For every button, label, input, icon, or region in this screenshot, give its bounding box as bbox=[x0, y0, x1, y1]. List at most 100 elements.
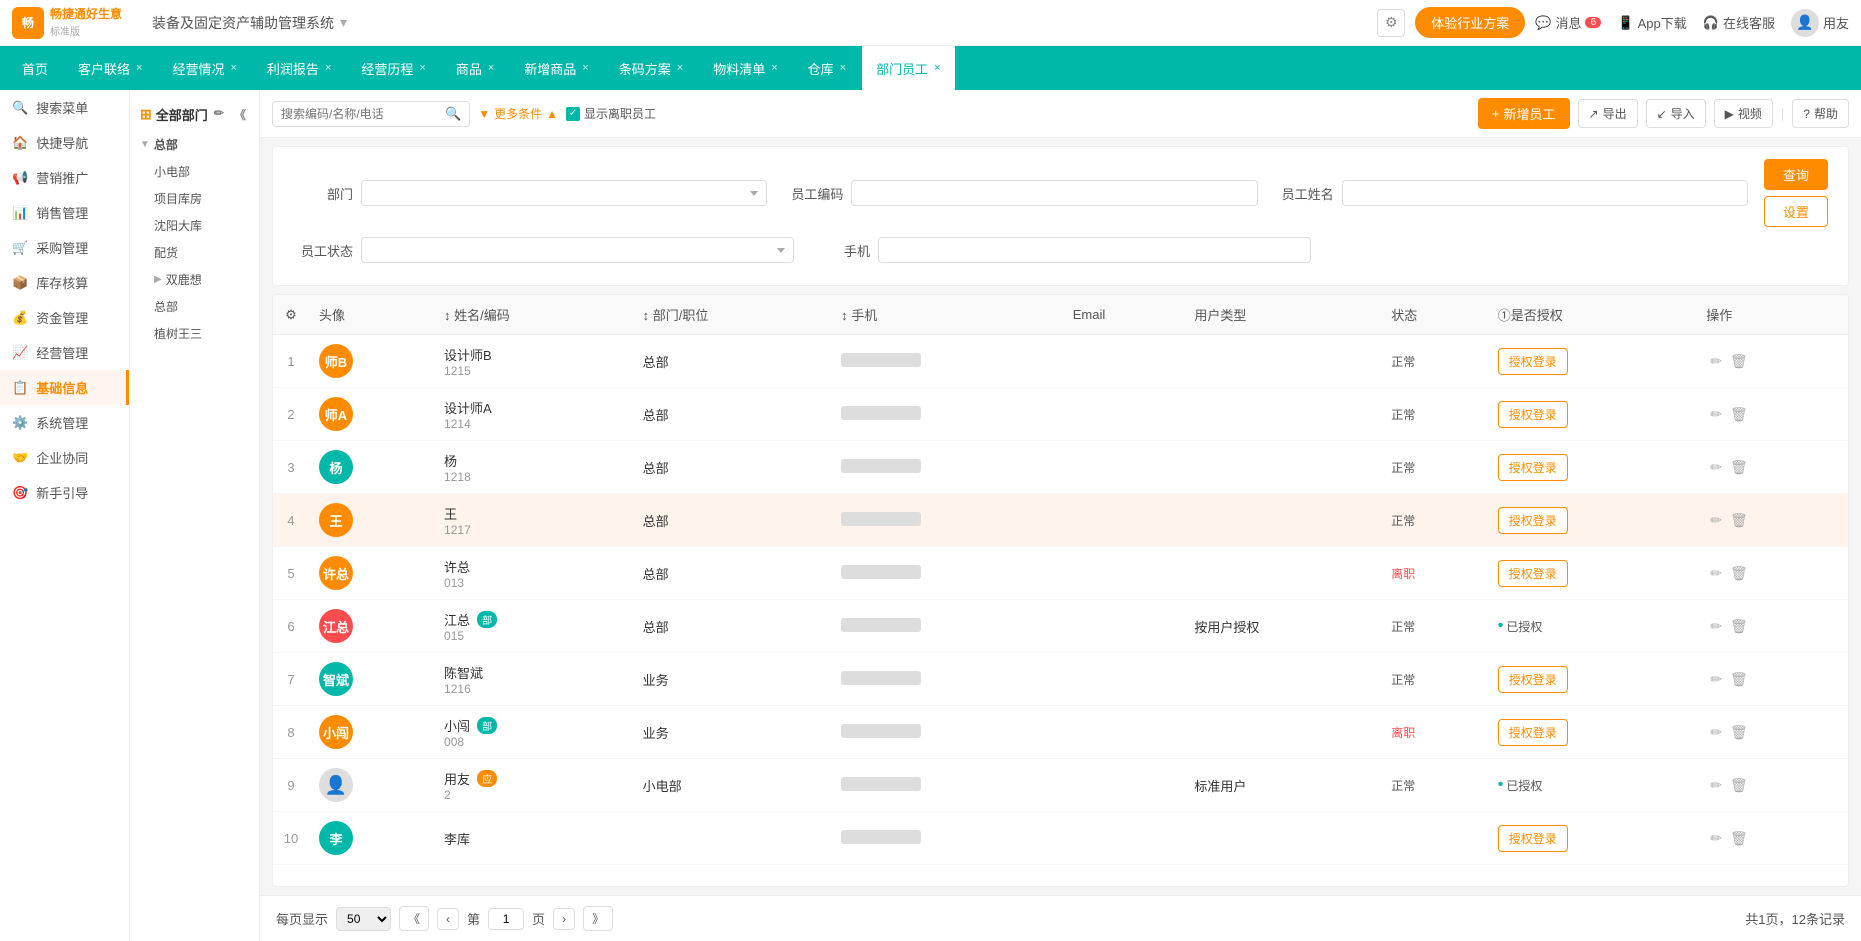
page-size-select[interactable]: 50 100 bbox=[336, 907, 391, 931]
edit-button[interactable]: ✏ bbox=[1706, 563, 1726, 584]
help-button[interactable]: ? 帮助 bbox=[1792, 99, 1849, 128]
tab-profit[interactable]: 利润报告× bbox=[253, 46, 345, 90]
edit-button[interactable]: ✏ bbox=[1706, 404, 1726, 425]
status-select[interactable] bbox=[361, 237, 794, 263]
phone-input[interactable] bbox=[878, 237, 1311, 263]
th-settings[interactable]: ⚙ bbox=[273, 295, 309, 335]
more-conditions-button[interactable]: ▼ 更多条件 ▲ bbox=[478, 105, 558, 122]
delete-button[interactable]: 🗑 bbox=[1726, 510, 1752, 531]
tab-customer[interactable]: 客户联络× bbox=[64, 46, 156, 90]
sidebar-item-purchase[interactable]: 🛒 采购管理 bbox=[0, 230, 129, 265]
dept-item-peihuo[interactable]: 配货 bbox=[130, 239, 259, 266]
delete-button[interactable]: 🗑 bbox=[1726, 616, 1752, 637]
tab-goods[interactable]: 商品× bbox=[442, 46, 508, 90]
dept-item-zongbu[interactable]: 总部 bbox=[130, 293, 259, 320]
settings-button[interactable]: ⚙ bbox=[1377, 9, 1405, 37]
th-dept[interactable]: ↕ 部门/职位 bbox=[633, 295, 832, 335]
auth-button[interactable]: 授权登录 bbox=[1498, 666, 1568, 693]
close-icon[interactable]: × bbox=[840, 62, 846, 74]
sidebar-item-navigation[interactable]: 🏠 快捷导航 bbox=[0, 125, 129, 160]
edit-button[interactable]: ✏ bbox=[1706, 616, 1726, 637]
sidebar-item-marketing[interactable]: 📢 营销推广 bbox=[0, 160, 129, 195]
dept-item-zhishu[interactable]: 植树王三 bbox=[130, 320, 259, 347]
edit-button[interactable]: ✏ bbox=[1706, 722, 1726, 743]
edit-button[interactable]: ✏ bbox=[1706, 457, 1726, 478]
next-page-button[interactable]: › bbox=[553, 908, 575, 930]
dept-item-zongbu-group[interactable]: ▼ 总部 bbox=[130, 131, 259, 158]
tab-operation[interactable]: 经营情况× bbox=[158, 46, 250, 90]
close-icon[interactable]: × bbox=[934, 62, 940, 74]
video-button[interactable]: ▶ 视频 bbox=[1714, 99, 1773, 128]
th-name[interactable]: ↕ 姓名/编码 bbox=[434, 295, 633, 335]
close-icon[interactable]: × bbox=[136, 62, 142, 74]
tab-add-goods[interactable]: 新增商品× bbox=[510, 46, 602, 90]
set-button[interactable]: 设置 bbox=[1764, 196, 1828, 227]
trial-button[interactable]: 体验行业方案 bbox=[1415, 7, 1525, 38]
sidebar-item-basic-info[interactable]: 📋 基础信息 bbox=[0, 370, 129, 405]
close-icon[interactable]: × bbox=[230, 62, 236, 74]
delete-button[interactable]: 🗑 bbox=[1726, 669, 1752, 690]
sidebar-item-collab[interactable]: 🤝 企业协同 bbox=[0, 440, 129, 475]
search-input[interactable] bbox=[281, 107, 441, 121]
delete-button[interactable]: 🗑 bbox=[1726, 404, 1752, 425]
dept-item-shuangluxiang[interactable]: ▶ 双鹿想 bbox=[130, 266, 259, 293]
first-page-button[interactable]: 《 bbox=[399, 906, 429, 931]
sidebar-item-system[interactable]: ⚙️ 系统管理 bbox=[0, 405, 129, 440]
delete-button[interactable]: 🗑 bbox=[1726, 351, 1752, 372]
dept-select[interactable] bbox=[361, 180, 767, 206]
th-phone[interactable]: ↕ 手机 bbox=[831, 295, 1063, 335]
auth-button[interactable]: 授权登录 bbox=[1498, 560, 1568, 587]
edit-button[interactable]: ✏ bbox=[1706, 669, 1726, 690]
tab-barcode[interactable]: 条码方案× bbox=[605, 46, 697, 90]
user-menu[interactable]: 👤 用友 bbox=[1791, 9, 1849, 37]
chevron-down-icon[interactable]: ▾ bbox=[340, 14, 347, 31]
app-download-button[interactable]: 📱 App下载 bbox=[1617, 13, 1686, 32]
emp-name-input[interactable] bbox=[1342, 180, 1748, 206]
resign-checkbox[interactable]: ✓ bbox=[566, 107, 580, 121]
online-service-button[interactable]: 🎧 在线客服 bbox=[1703, 13, 1775, 32]
close-icon[interactable]: × bbox=[325, 62, 331, 74]
close-icon[interactable]: × bbox=[677, 62, 683, 74]
auth-button[interactable]: 授权登录 bbox=[1498, 825, 1568, 852]
edit-button[interactable]: ✏ bbox=[1706, 351, 1726, 372]
collapse-icon[interactable]: 《 bbox=[231, 104, 249, 125]
emp-code-input[interactable] bbox=[851, 180, 1257, 206]
close-icon[interactable]: × bbox=[771, 62, 777, 74]
last-page-button[interactable]: 》 bbox=[583, 906, 613, 931]
edit-button[interactable]: ✏ bbox=[1706, 828, 1726, 849]
close-icon[interactable]: × bbox=[488, 62, 494, 74]
page-input[interactable] bbox=[488, 908, 524, 930]
sidebar-item-finance[interactable]: 💰 资金管理 bbox=[0, 300, 129, 335]
add-employee-button[interactable]: + 新增员工 bbox=[1478, 98, 1570, 129]
delete-button[interactable]: 🗑 bbox=[1726, 457, 1752, 478]
query-button[interactable]: 查询 bbox=[1764, 159, 1828, 190]
dept-item-shenyang[interactable]: 沈阳大库 bbox=[130, 212, 259, 239]
import-button[interactable]: ↙ 导入 bbox=[1646, 99, 1706, 128]
tab-history[interactable]: 经营历程× bbox=[347, 46, 439, 90]
dept-item-xiaodian[interactable]: 小电部 bbox=[130, 158, 259, 185]
auth-button[interactable]: 授权登录 bbox=[1498, 507, 1568, 534]
prev-page-button[interactable]: ‹ bbox=[437, 908, 459, 930]
delete-button[interactable]: 🗑 bbox=[1726, 563, 1752, 584]
close-icon[interactable]: × bbox=[419, 62, 425, 74]
tab-warehouse[interactable]: 仓库× bbox=[794, 46, 860, 90]
edit-button[interactable]: ✏ bbox=[1706, 775, 1726, 796]
search-icon[interactable]: 🔍 bbox=[445, 106, 461, 122]
edit-button[interactable]: ✏ bbox=[1706, 510, 1726, 531]
export-button[interactable]: ↗ 导出 bbox=[1578, 99, 1638, 128]
sidebar-item-inventory[interactable]: 📦 库存核算 bbox=[0, 265, 129, 300]
sidebar-item-guide[interactable]: 🎯 新手引导 bbox=[0, 475, 129, 510]
sidebar-item-sales[interactable]: 📊 销售管理 bbox=[0, 195, 129, 230]
tab-bom[interactable]: 物料清单× bbox=[699, 46, 791, 90]
sidebar-item-operation-mgmt[interactable]: 📈 经营管理 bbox=[0, 335, 129, 370]
dept-item-project[interactable]: 项目库房 bbox=[130, 185, 259, 212]
delete-button[interactable]: 🗑 bbox=[1726, 775, 1752, 796]
auth-button[interactable]: 授权登录 bbox=[1498, 454, 1568, 481]
messages-button[interactable]: 💬 消息 6 bbox=[1535, 13, 1601, 32]
tab-home[interactable]: 首页 bbox=[8, 46, 62, 90]
sidebar-item-search[interactable]: 🔍 搜索菜单 bbox=[0, 90, 129, 125]
auth-button[interactable]: 授权登录 bbox=[1498, 719, 1568, 746]
auth-button[interactable]: 授权登录 bbox=[1498, 401, 1568, 428]
delete-button[interactable]: 🗑 bbox=[1726, 828, 1752, 849]
tab-department[interactable]: 部门员工× bbox=[862, 46, 954, 90]
